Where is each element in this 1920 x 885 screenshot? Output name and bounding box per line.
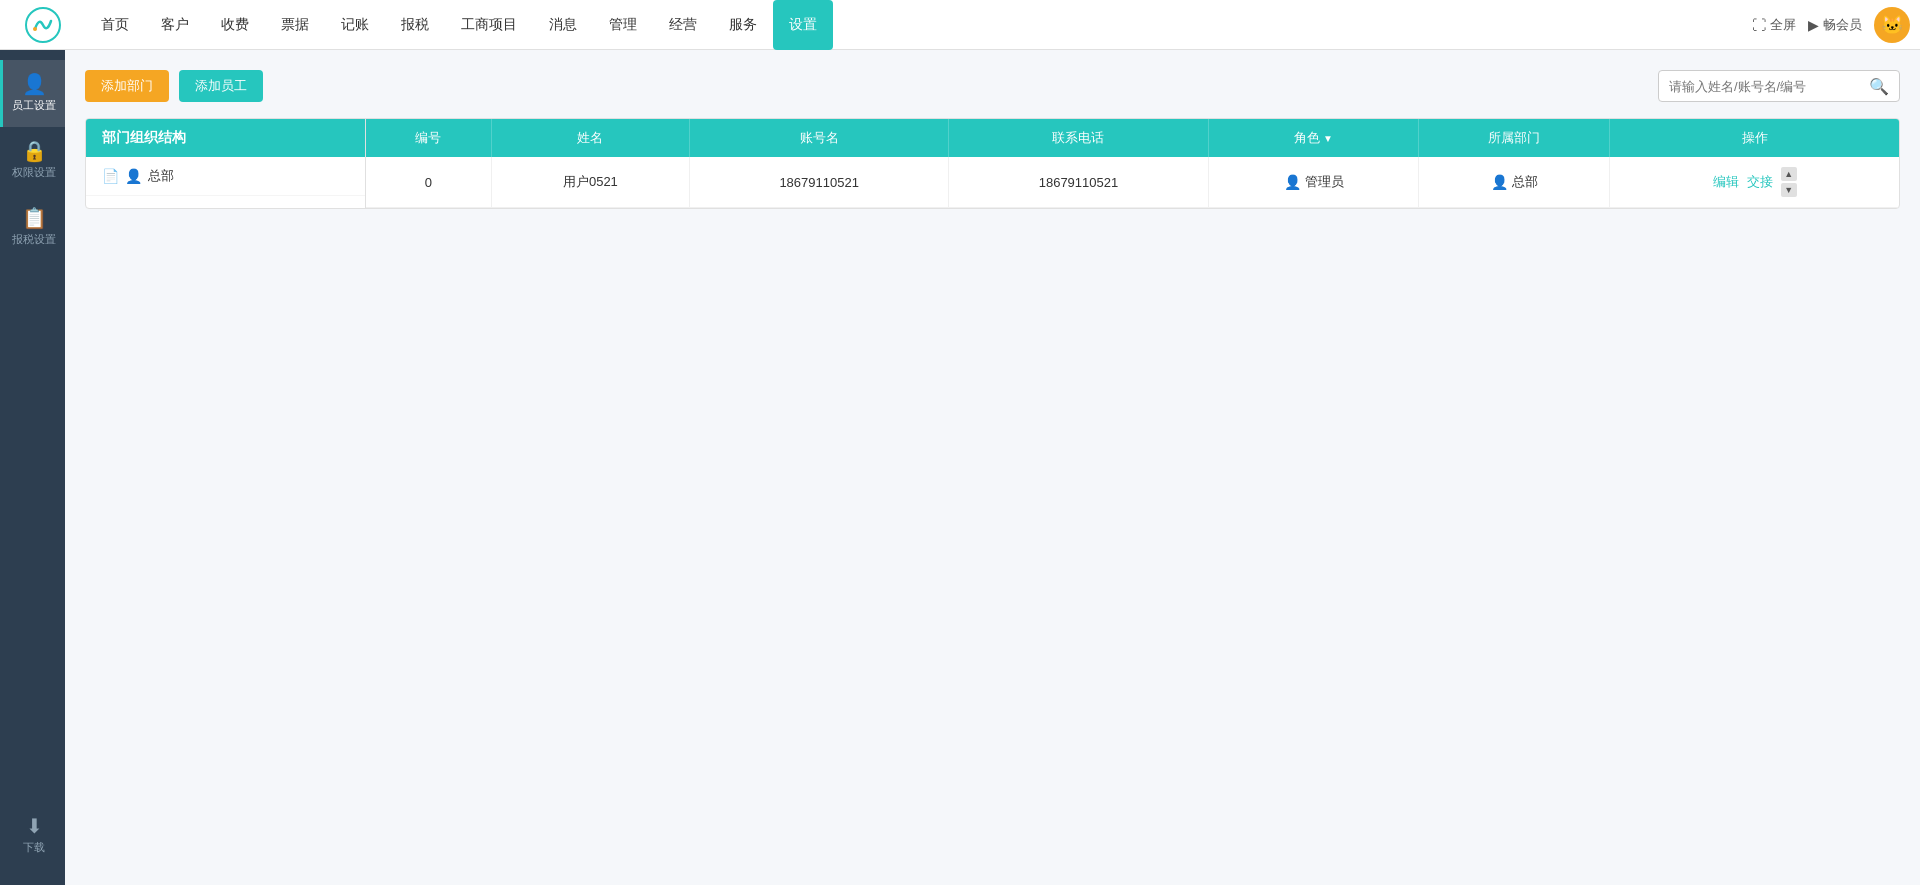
scroll-down-button[interactable]: ▼ (1781, 183, 1797, 197)
nav-settings[interactable]: 设置 (773, 0, 833, 50)
dept-user-icon-cell: 👤 (1491, 174, 1508, 190)
nav-account[interactable]: 记账 (325, 0, 385, 50)
add-staff-button[interactable]: 添加员工 (179, 70, 263, 102)
main-content: 添加部门 添加员工 🔍 部门组织结构 📄 👤 总部 (65, 50, 1920, 885)
dept-value: 总部 (1512, 173, 1538, 191)
col-id: 编号 (366, 119, 491, 157)
cell-account: 18679110521 (690, 157, 949, 208)
nav-home[interactable]: 首页 (85, 0, 145, 50)
role-value: 管理员 (1305, 173, 1344, 191)
search-icon: 🔍 (1869, 77, 1889, 96)
col-account: 账号名 (690, 119, 949, 157)
role-filter[interactable]: 角色 ▼ (1294, 129, 1333, 147)
col-dept: 所属部门 (1419, 119, 1610, 157)
add-dept-button[interactable]: 添加部门 (85, 70, 169, 102)
content-area: 部门组织结构 📄 👤 总部 编号 姓名 账号名 联系电话 (85, 118, 1900, 209)
search-box: 🔍 (1658, 70, 1900, 102)
table: 编号 姓名 账号名 联系电话 角色 ▼ 所属部门 操作 (366, 119, 1899, 208)
vip-icon: ▶ (1808, 17, 1819, 33)
dept-tree-item[interactable]: 📄 👤 总部 (86, 157, 365, 196)
handover-link[interactable]: 交接 (1747, 173, 1773, 191)
role-user-icon: 👤 (1284, 174, 1301, 190)
col-role[interactable]: 角色 ▼ (1208, 119, 1419, 157)
avatar-icon: 🐱 (1881, 14, 1903, 36)
dept-item-label: 总部 (148, 167, 174, 185)
download-icon: ⬇ (26, 816, 43, 836)
cell-role: 👤 管理员 (1208, 157, 1419, 208)
search-input[interactable] (1659, 79, 1859, 94)
sidebar-bottom: ⬇ 下载 (16, 802, 49, 885)
logo (10, 7, 75, 43)
col-role-label: 角色 (1294, 129, 1320, 147)
nav-bill[interactable]: 票据 (265, 0, 325, 50)
filter-icon: ▼ (1323, 133, 1333, 144)
fullscreen-icon: ⛶ (1752, 17, 1766, 33)
sidebar-item-tax-settings[interactable]: 📋 报税设置 (0, 194, 65, 261)
file-icon: 📄 (102, 168, 119, 184)
cell-id: 0 (366, 157, 491, 208)
col-phone: 联系电话 (949, 119, 1208, 157)
dept-user-icon: 👤 (125, 168, 142, 184)
table-header-row: 编号 姓名 账号名 联系电话 角色 ▼ 所属部门 操作 (366, 119, 1899, 157)
nav-manage[interactable]: 管理 (593, 0, 653, 50)
fullscreen-button[interactable]: ⛶ 全屏 (1752, 16, 1796, 34)
dept-tree-header: 部门组织结构 (86, 119, 365, 157)
nav-service[interactable]: 服务 (713, 0, 773, 50)
nav-right: ⛶ 全屏 ▶ 畅会员 🐱 (1752, 7, 1910, 43)
search-button[interactable]: 🔍 (1859, 71, 1899, 101)
nav-client[interactable]: 客户 (145, 0, 205, 50)
nav-fee[interactable]: 收费 (205, 0, 265, 50)
fullscreen-label: 全屏 (1770, 16, 1796, 34)
sidebar-label-download: 下载 (23, 840, 45, 855)
top-nav: 首页 客户 收费 票据 记账 报税 工商项目 消息 管理 经营 服务 设置 ⛶ … (0, 0, 1920, 50)
sidebar-label-employee: 员工设置 (12, 98, 56, 113)
col-action: 操作 (1610, 119, 1899, 157)
nav-operation[interactable]: 经营 (653, 0, 713, 50)
employee-icon: 👤 (22, 74, 47, 94)
scroll-up-button[interactable]: ▲ (1781, 167, 1797, 181)
toolbar: 添加部门 添加员工 🔍 (85, 70, 1900, 102)
scroll-buttons: ▲ ▼ (1777, 167, 1801, 197)
user-avatar[interactable]: 🐱 (1874, 7, 1910, 43)
sidebar-download[interactable]: ⬇ 下载 (16, 802, 49, 869)
nav-tax[interactable]: 报税 (385, 0, 445, 50)
vip-label: 畅会员 (1823, 16, 1862, 34)
sidebar-item-employee[interactable]: 👤 员工设置 (0, 60, 65, 127)
cell-dept: 👤 总部 (1419, 157, 1610, 208)
permission-icon: 🔒 (22, 141, 47, 161)
sidebar-item-permission[interactable]: 🔒 权限设置 (0, 127, 65, 194)
app-layout: 👤 员工设置 🔒 权限设置 📋 报税设置 ⬇ 下载 添加部门 添加员工 (0, 50, 1920, 885)
sidebar-label-tax: 报税设置 (12, 232, 56, 247)
dept-tree: 部门组织结构 📄 👤 总部 (86, 119, 366, 208)
cell-phone: 18679110521 (949, 157, 1208, 208)
svg-point-1 (33, 27, 37, 31)
sidebar: 👤 员工设置 🔒 权限设置 📋 报税设置 ⬇ 下载 (0, 50, 65, 885)
nav-business[interactable]: 工商项目 (445, 0, 533, 50)
nav-items: 首页 客户 收费 票据 记账 报税 工商项目 消息 管理 经营 服务 设置 (85, 0, 1752, 50)
tax-settings-icon: 📋 (22, 208, 47, 228)
employee-table: 编号 姓名 账号名 联系电话 角色 ▼ 所属部门 操作 (366, 119, 1899, 208)
sidebar-label-permission: 权限设置 (12, 165, 56, 180)
col-name: 姓名 (491, 119, 689, 157)
cell-actions: 编辑 交接 ▲ ▼ (1610, 157, 1899, 207)
cell-name: 用户0521 (491, 157, 689, 208)
vip-button[interactable]: ▶ 畅会员 (1808, 16, 1862, 34)
table-row: 0 用户0521 18679110521 18679110521 👤 管理员 👤… (366, 157, 1899, 208)
nav-message[interactable]: 消息 (533, 0, 593, 50)
edit-link[interactable]: 编辑 (1713, 173, 1739, 191)
